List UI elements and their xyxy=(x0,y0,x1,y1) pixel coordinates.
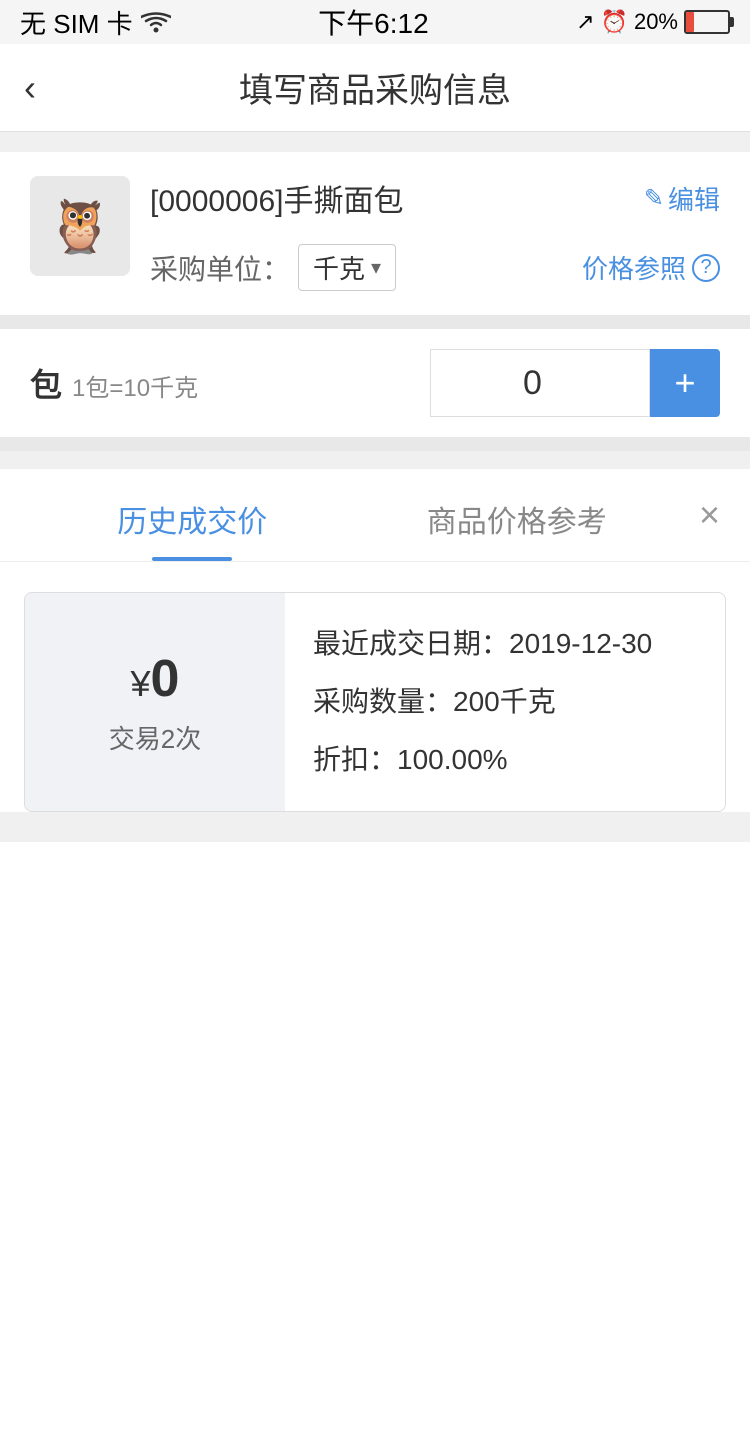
recent-date-row: 最近成交日期：2019-12-30 xyxy=(313,623,697,665)
alarm-icon: ⏰ xyxy=(601,9,628,35)
price-value: 0 xyxy=(151,650,180,708)
product-header: 🦉 [0000006]手撕面包 ✎ 编辑 采购单位： 千克 ▾ xyxy=(30,176,720,291)
recent-date-value: 2019-12-30 xyxy=(509,628,652,659)
battery-icon xyxy=(684,10,730,34)
page-title: 填写商品采购信息 xyxy=(239,63,511,112)
section-divider-2 xyxy=(0,437,750,451)
price-right-panel: 最近成交日期：2019-12-30 采购数量：200千克 折扣：100.00% xyxy=(285,593,725,811)
tab-product-label: 商品价格参考 xyxy=(427,506,607,539)
quantity-input-group: + xyxy=(430,349,720,417)
price-card: ¥0 交易2次 最近成交日期：2019-12-30 采购数量：200千克 折扣：… xyxy=(24,592,726,812)
status-right: ↗ ⏰ 20% xyxy=(576,9,730,35)
product-card: 🦉 [0000006]手撕面包 ✎ 编辑 采购单位： 千克 ▾ xyxy=(0,152,750,315)
tabs-header: 历史成交价 商品价格参考 × xyxy=(0,469,750,562)
tabs-section: 历史成交价 商品价格参考 × ¥0 交易2次 最近成交日期：2019-12-30… xyxy=(0,469,750,812)
recent-date-label: 最近成交日期： xyxy=(313,628,509,659)
discount-value: 100.00% xyxy=(397,744,508,775)
quantity-row: 包 1包=10千克 + xyxy=(0,329,750,437)
status-time: 下午6:12 xyxy=(318,2,429,42)
edit-button[interactable]: ✎ 编辑 xyxy=(644,180,720,217)
product-thumb-icon: 🦉 xyxy=(48,196,113,257)
status-left: 无 SIM 卡 xyxy=(20,4,171,41)
purchase-quantity-row: 采购数量：200千克 xyxy=(313,681,697,723)
price-left-panel: ¥0 交易2次 xyxy=(25,593,285,811)
price-reference-button[interactable]: 价格参照 ? xyxy=(582,249,720,286)
quantity-unit-small: 1包=10千克 xyxy=(72,368,198,403)
purchase-quantity-label: 采购数量： xyxy=(313,686,453,717)
unit-label: 采购单位： xyxy=(150,248,290,288)
tab-product-price[interactable]: 商品价格参考 xyxy=(354,469,678,561)
edit-icon: ✎ xyxy=(644,184,664,213)
unit-select[interactable]: 千克 ▾ xyxy=(298,244,396,291)
footer-area xyxy=(0,842,750,1442)
battery-percent: 20% xyxy=(634,9,678,35)
no-sim-text: 无 SIM 卡 xyxy=(20,4,133,41)
product-unit-row: 采购单位： 千克 ▾ 价格参照 ? xyxy=(150,244,720,291)
wifi-icon xyxy=(141,11,171,33)
discount-label: 折扣： xyxy=(313,744,397,775)
plus-icon: + xyxy=(674,362,695,404)
product-info: [0000006]手撕面包 ✎ 编辑 采购单位： 千克 ▾ 价格参照 ? xyxy=(150,176,720,291)
tab-history-label: 历史成交价 xyxy=(117,506,267,539)
product-title-row: [0000006]手撕面包 ✎ 编辑 xyxy=(150,176,720,220)
product-thumbnail: 🦉 xyxy=(30,176,130,276)
unit-dropdown-arrow: ▾ xyxy=(371,255,381,280)
quantity-label-group: 包 1包=10千克 xyxy=(30,360,198,406)
edit-label: 编辑 xyxy=(668,180,720,217)
product-name: [0000006]手撕面包 xyxy=(150,176,403,220)
quantity-input[interactable] xyxy=(430,349,650,417)
status-bar: 无 SIM 卡 下午6:12 ↗ ⏰ 20% xyxy=(0,0,750,44)
price-trades: 交易2次 xyxy=(109,719,201,756)
price-currency: ¥ xyxy=(131,663,151,704)
tab-history-price[interactable]: 历史成交价 xyxy=(30,469,354,561)
price-amount: ¥0 xyxy=(131,649,180,709)
price-ref-help-icon: ? xyxy=(692,254,720,282)
unit-value: 千克 xyxy=(313,249,365,286)
quantity-plus-button[interactable]: + xyxy=(650,349,720,417)
battery-fill xyxy=(686,12,694,32)
discount-row: 折扣：100.00% xyxy=(313,739,697,781)
location-icon: ↗ xyxy=(576,9,594,35)
tabs-close-button[interactable]: × xyxy=(679,474,720,556)
price-ref-label: 价格参照 xyxy=(582,249,686,286)
section-divider xyxy=(0,315,750,329)
quantity-unit-big: 包 xyxy=(30,360,62,406)
back-button[interactable]: ‹ xyxy=(24,67,36,109)
nav-header: ‹ 填写商品采购信息 xyxy=(0,44,750,132)
purchase-quantity-value: 200千克 xyxy=(453,686,556,717)
